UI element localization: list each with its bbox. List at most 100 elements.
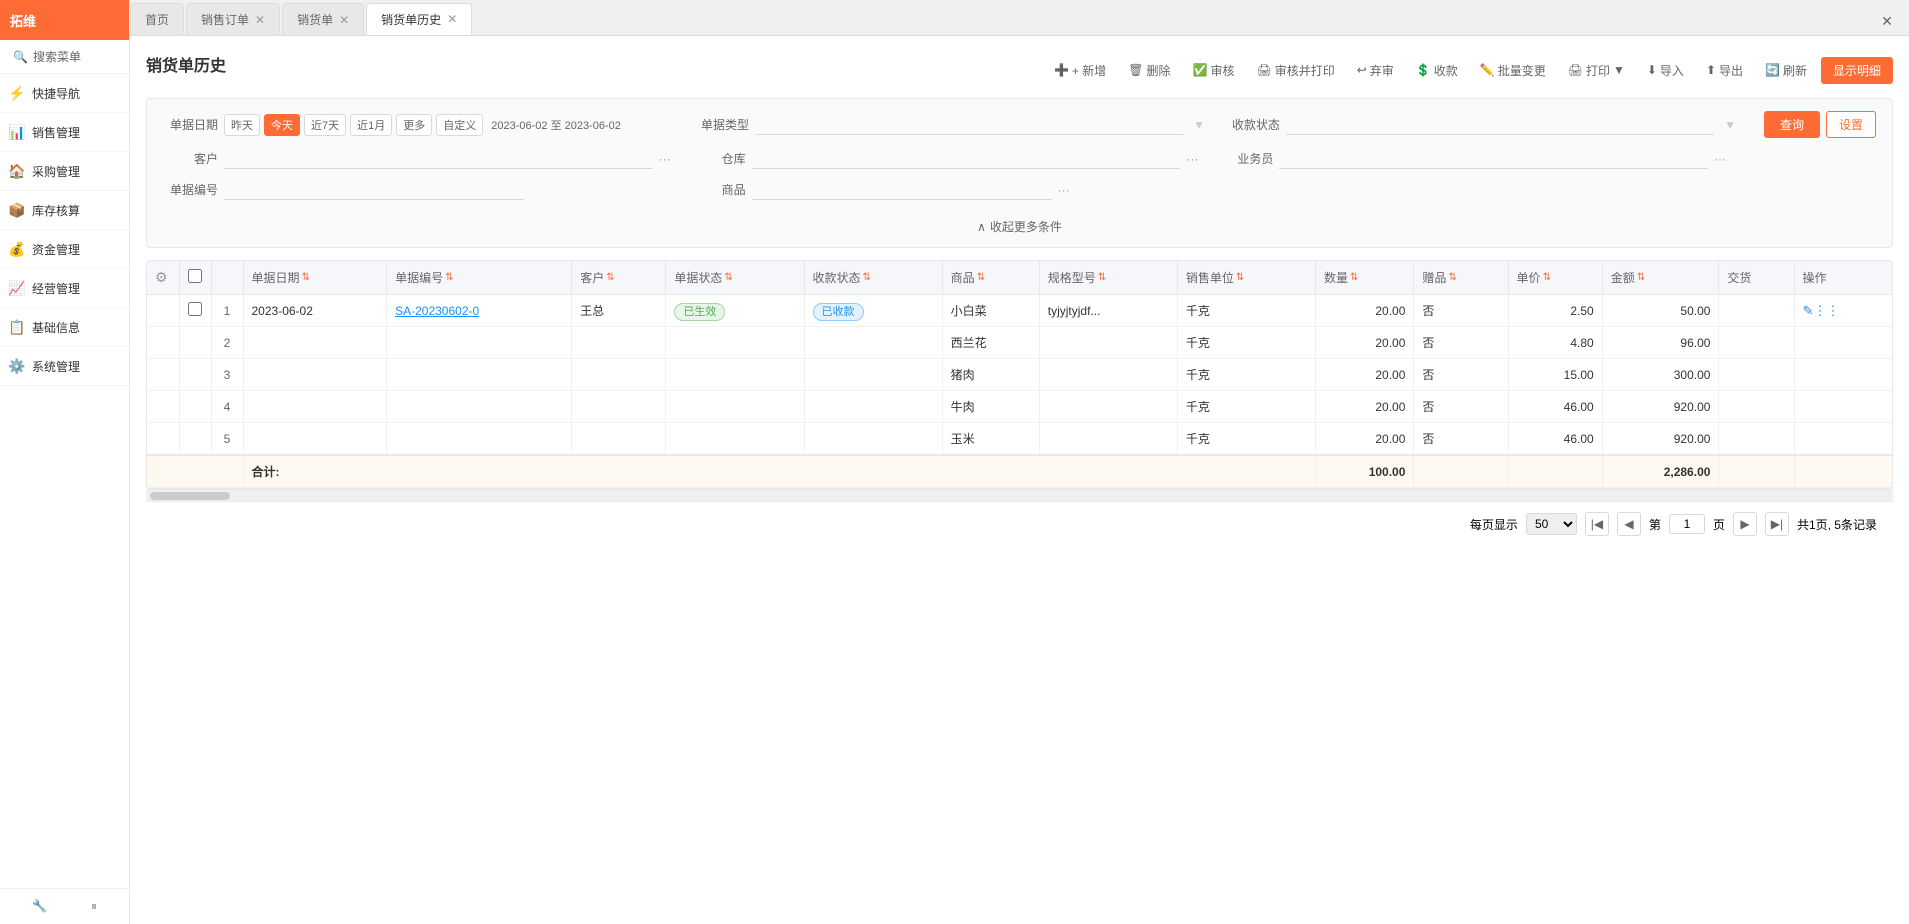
date-btn-yesterday[interactable]: 昨天 (224, 114, 260, 136)
td-doc-no[interactable] (387, 359, 572, 391)
abandon-button[interactable]: ↩ 弃审 (1349, 58, 1402, 83)
batch-change-button[interactable]: ✏️ 批量变更 (1472, 58, 1554, 83)
th-settings[interactable]: ⚙ (147, 261, 179, 295)
sidebar-item-basic-info[interactable]: 📋 基础信息 (0, 308, 129, 347)
last-page-button[interactable]: ▶| (1765, 512, 1789, 536)
th-sales-unit[interactable]: 销售单位⇅ (1177, 261, 1315, 295)
window-close-button[interactable]: ✕ (1873, 7, 1901, 35)
td-doc-no[interactable] (387, 391, 572, 423)
th-doc-no[interactable]: 单据编号⇅ (387, 261, 572, 295)
td-action[interactable]: ✎⋮⋮ (1794, 295, 1892, 327)
select-all-checkbox[interactable] (188, 269, 202, 283)
th-doc-status[interactable]: 单据状态⇅ (666, 261, 804, 295)
doc-type-input[interactable] (755, 114, 1183, 135)
td-doc-no[interactable] (387, 327, 572, 359)
sidebar-item-purchase-mgmt[interactable]: 🏠 采购管理 (0, 152, 129, 191)
sidebar-item-finance[interactable]: 💰 资金管理 (0, 230, 129, 269)
customer-dots[interactable]: ··· (659, 152, 671, 166)
td-checkbox[interactable] (179, 423, 211, 456)
doc-type-dropdown-icon[interactable]: ▼ (1193, 118, 1205, 132)
td-action[interactable] (1794, 391, 1892, 423)
sidebar-item-inventory[interactable]: 📦 库存核算 (0, 191, 129, 230)
sidebar-item-system-mgmt[interactable]: ⚙️ 系统管理 (0, 347, 129, 386)
page-number-input[interactable] (1669, 514, 1705, 534)
sidebar-item-sales-mgmt[interactable]: 📊 销售管理 (0, 113, 129, 152)
scroll-thumb[interactable] (150, 492, 230, 500)
warehouse-input[interactable] (752, 148, 1181, 169)
td-checkbox[interactable] (179, 391, 211, 423)
collect-button[interactable]: 💲 收款 (1408, 58, 1466, 83)
date-btn-1month[interactable]: 近1月 (350, 114, 392, 136)
th-amount[interactable]: 金额⇅ (1602, 261, 1719, 295)
date-btn-7days[interactable]: 近7天 (304, 114, 346, 136)
delete-button[interactable]: 🗑 删除 (1120, 58, 1178, 83)
new-button[interactable]: ➕ + 新增 (1046, 58, 1114, 83)
payment-status-dropdown-icon[interactable]: ▼ (1724, 118, 1736, 132)
more-icon[interactable]: ⋮⋮ (1813, 303, 1839, 318)
customer-input[interactable] (224, 148, 653, 169)
setting-button[interactable]: 设置 (1826, 111, 1876, 138)
settings-icon[interactable]: 🔧 (32, 899, 47, 914)
td-unit-price: 46.00 (1508, 423, 1602, 456)
goods-dots[interactable]: ··· (1058, 183, 1070, 197)
refresh-button[interactable]: 🔄 刷新 (1757, 58, 1815, 83)
payment-status-input[interactable] (1286, 114, 1714, 135)
collapse-btn[interactable]: ∧ 收起更多条件 (163, 210, 1876, 235)
th-payment-status[interactable]: 收款状态⇅ (804, 261, 942, 295)
query-button[interactable]: 查询 (1764, 111, 1820, 138)
print-button[interactable]: 🖨 打印 ▼ (1560, 58, 1633, 83)
sort-icon: ⇅ (977, 272, 985, 283)
th-goods[interactable]: 商品⇅ (942, 261, 1039, 295)
page-size-select[interactable]: 50 100 200 (1526, 513, 1577, 535)
td-checkbox[interactable] (179, 359, 211, 391)
delete-icon: 🗑 (1128, 63, 1143, 77)
th-spec-type[interactable]: 规格型号⇅ (1039, 261, 1177, 295)
tab-sales-history-close[interactable]: ✕ (447, 12, 457, 26)
td-checkbox[interactable] (179, 295, 211, 327)
tab-sales-order-close[interactable]: ✕ (255, 13, 265, 27)
td-doc-no[interactable] (387, 423, 572, 456)
sidebar-item-label: 库存核算 (32, 202, 80, 219)
date-btn-more[interactable]: 更多 (396, 114, 432, 136)
td-action[interactable] (1794, 327, 1892, 359)
horizontal-scrollbar[interactable] (146, 489, 1893, 501)
th-doc-date[interactable]: 单据日期⇅ (243, 261, 387, 295)
goods-input[interactable] (752, 179, 1052, 200)
tab-sales-delivery[interactable]: 销货单 ✕ (282, 3, 364, 35)
export-button[interactable]: ⬆ 导出 (1698, 58, 1751, 83)
edit-icon[interactable]: ✎ (1803, 303, 1814, 318)
batch-icon: ✏️ (1480, 63, 1495, 77)
warehouse-dots[interactable]: ··· (1186, 152, 1198, 166)
sidebar-item-quick-nav[interactable]: ⚡ 快捷导航 (0, 74, 129, 113)
sort-icon: ⇅ (302, 272, 310, 283)
tab-sales-history[interactable]: 销货单历史 ✕ (366, 3, 472, 35)
next-page-button[interactable]: ▶ (1733, 512, 1757, 536)
audit-button[interactable]: ✅ 审核 (1184, 58, 1242, 83)
pause-icon[interactable]: ⏸ (91, 899, 97, 914)
show-detail-button[interactable]: 显示明细 (1821, 57, 1893, 84)
audit-print-button[interactable]: 🖨 审核并打印 (1248, 58, 1342, 83)
th-qty[interactable]: 数量⇅ (1316, 261, 1414, 295)
tab-sales-order[interactable]: 销售订单 ✕ (186, 3, 280, 35)
salesperson-dots[interactable]: ··· (1714, 152, 1726, 166)
date-btn-today[interactable]: 今天 (264, 114, 300, 136)
th-unit-price[interactable]: 单价⇅ (1508, 261, 1602, 295)
prev-page-button[interactable]: ◀ (1617, 512, 1641, 536)
td-action[interactable] (1794, 359, 1892, 391)
audit-print-icon: 🖨 (1256, 63, 1271, 77)
sidebar-search[interactable]: 🔍 搜索菜单 (0, 40, 129, 74)
first-page-button[interactable]: |◀ (1585, 512, 1609, 536)
th-customer[interactable]: 客户⇅ (572, 261, 666, 295)
tab-sales-delivery-close[interactable]: ✕ (339, 13, 349, 27)
th-gift[interactable]: 赠品⇅ (1414, 261, 1508, 295)
sidebar-item-operations[interactable]: 📈 经营管理 (0, 269, 129, 308)
td-action[interactable] (1794, 423, 1892, 456)
td-checkbox[interactable] (179, 327, 211, 359)
salesperson-input[interactable] (1279, 148, 1708, 169)
td-doc-no[interactable]: SA-20230602-0 (387, 295, 572, 327)
tab-home[interactable]: 首页 (130, 3, 184, 35)
gear-icon[interactable]: ⚙ (155, 269, 168, 285)
doc-no-input[interactable] (224, 179, 524, 200)
import-button[interactable]: ⬇ 导入 (1639, 58, 1692, 83)
date-btn-custom[interactable]: 自定义 (436, 114, 483, 136)
